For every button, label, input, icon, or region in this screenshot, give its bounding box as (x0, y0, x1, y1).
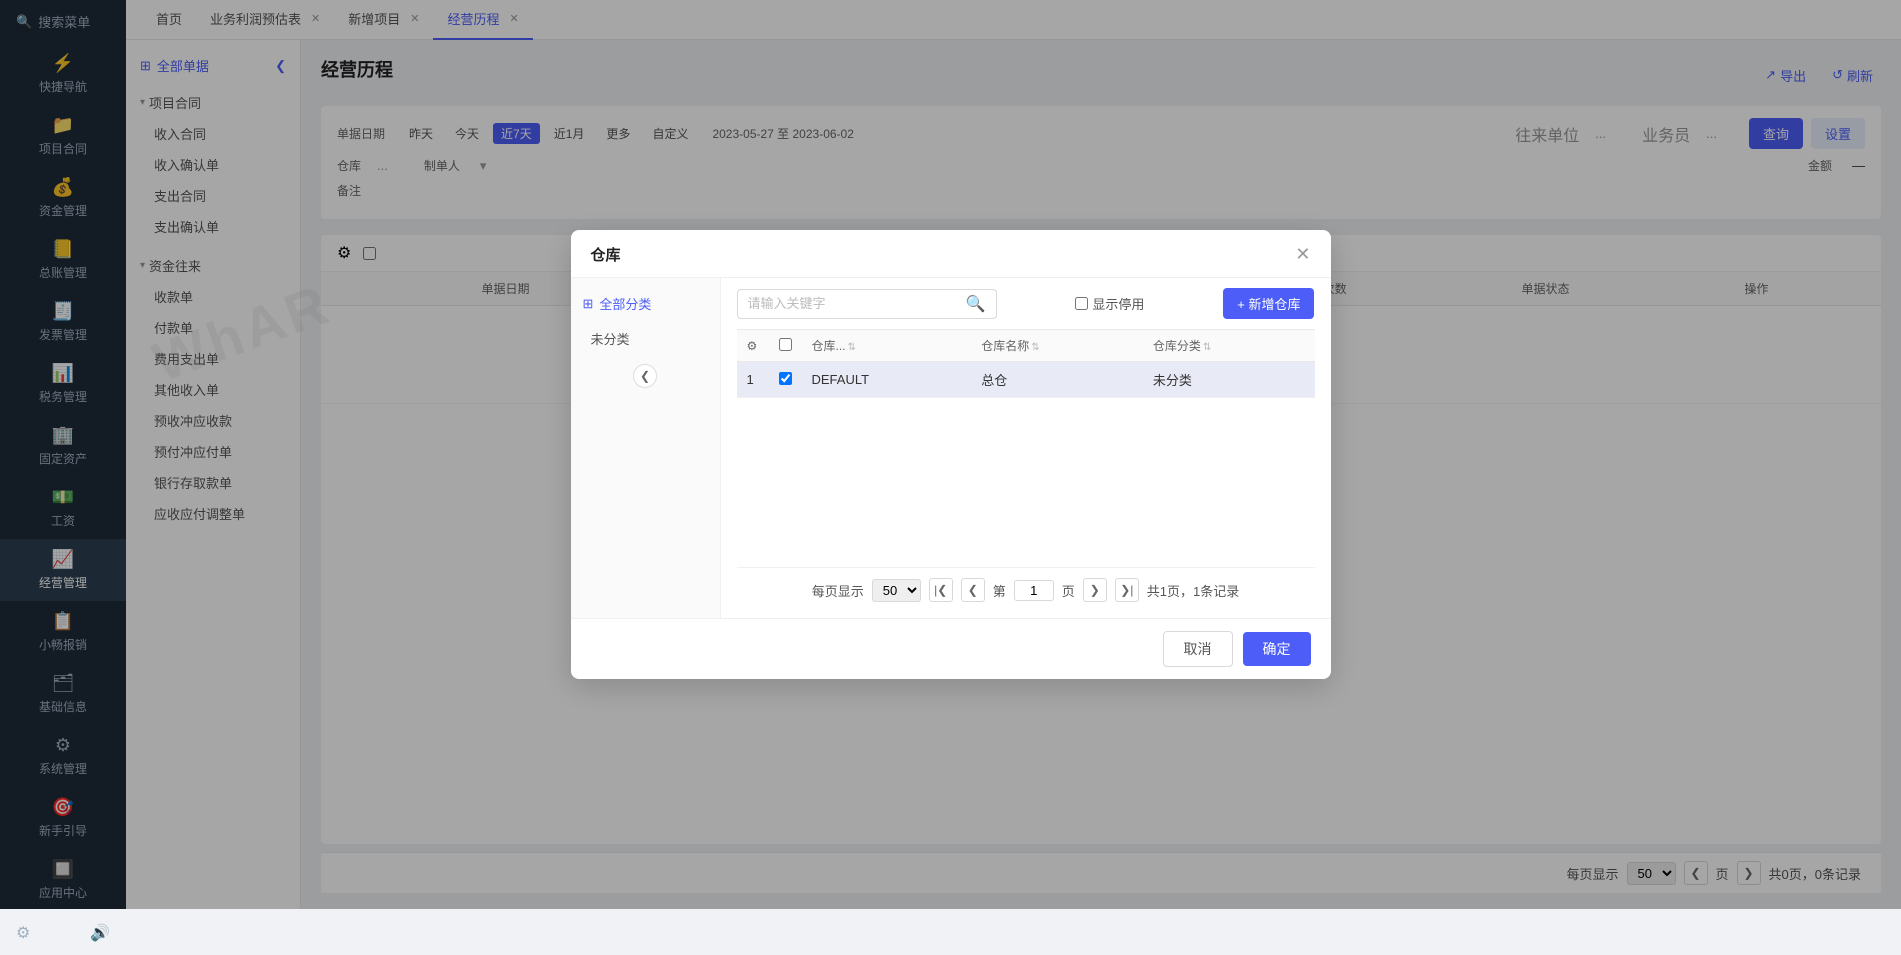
show-disabled-checkbox-label[interactable]: 显示停用 (1075, 294, 1144, 313)
dialog-page-input[interactable] (1014, 580, 1054, 601)
dialog-overlay: 仓库 ✕ ⊞ 全部分类 未分类 ❮ (0, 0, 1901, 909)
dialog-per-page-select[interactable]: 50 (872, 579, 921, 602)
row-num: 1 (737, 362, 769, 398)
dialog-category-panel: ⊞ 全部分类 未分类 ❮ (571, 278, 721, 618)
settings-icon[interactable]: ⚙ (16, 923, 30, 943)
category-all-label: 全部分类 (599, 294, 651, 313)
row-checkbox[interactable] (779, 372, 792, 385)
table-row[interactable]: 1 DEFAULT 总仓 未分类 (737, 362, 1315, 398)
warehouse-dialog: 仓库 ✕ ⊞ 全部分类 未分类 ❮ (571, 230, 1331, 679)
show-disabled-label: 显示停用 (1092, 294, 1144, 313)
dialog-pagination: 每页显示 50 |❮ ❮ 第 页 ❯ ❯| 共1页，1条记录 (737, 567, 1315, 608)
row-check[interactable] (769, 362, 802, 398)
dialog-select-all[interactable] (779, 338, 792, 351)
dialog-table: ⚙ 仓库...⇅ 仓库名称⇅ 仓库分类⇅ (737, 329, 1315, 398)
show-disabled-checkbox[interactable] (1075, 297, 1088, 310)
category-scroll-area (571, 396, 720, 576)
dialog-cancel-button[interactable]: 取消 (1163, 631, 1233, 667)
dialog-table-panel: 🔍 显示停用 + 新增仓库 ⚙ (721, 278, 1331, 618)
dialog-title: 仓库 (591, 244, 621, 265)
dialog-page-text: 第 (993, 581, 1006, 600)
volume-icon[interactable]: 🔊 (90, 923, 110, 943)
dialog-search-box[interactable]: 🔍 (737, 289, 997, 319)
row-name: 总仓 (971, 362, 1143, 398)
col-warehouse-code[interactable]: 仓库...⇅ (802, 330, 972, 362)
sidebar-bottom: ⚙ 🔊 (0, 911, 126, 955)
sort-icon-name: ⇅ (1031, 342, 1039, 353)
category-panel-collapse[interactable]: ❮ (633, 364, 657, 388)
dialog-close-button[interactable]: ✕ (1295, 244, 1310, 265)
col-warehouse-category[interactable]: 仓库分类⇅ (1143, 330, 1315, 362)
dialog-page-label: 页 (1062, 581, 1075, 600)
dialog-footer: 取消 确定 (571, 618, 1331, 679)
sort-icon-cat: ⇅ (1203, 342, 1211, 353)
dialog-header: 仓库 ✕ (571, 230, 1331, 278)
row-code: DEFAULT (802, 362, 972, 398)
category-uncategorized[interactable]: 未分类 (571, 321, 720, 356)
dialog-page-prev-btn[interactable]: ❮ (961, 578, 985, 602)
row-category: 未分类 (1143, 362, 1315, 398)
col-gear[interactable]: ⚙ (737, 330, 769, 362)
add-warehouse-button[interactable]: + 新增仓库 (1223, 288, 1314, 319)
dialog-page-first-btn[interactable]: |❮ (929, 578, 953, 602)
col-check (769, 330, 802, 362)
sort-icon-code: ⇅ (848, 342, 856, 353)
dialog-total: 共1页，1条记录 (1147, 581, 1239, 600)
dialog-page-next-btn[interactable]: ❯ (1083, 578, 1107, 602)
col-warehouse-name[interactable]: 仓库名称⇅ (971, 330, 1143, 362)
dialog-confirm-button[interactable]: 确定 (1243, 632, 1311, 666)
dialog-toolbar: 🔍 显示停用 + 新增仓库 (737, 288, 1315, 319)
dialog-body: ⊞ 全部分类 未分类 ❮ 🔍 (571, 278, 1331, 618)
search-icon-2: 🔍 (966, 294, 986, 314)
dialog-page-last-btn[interactable]: ❯| (1115, 578, 1139, 602)
dialog-table-wrapper: ⚙ 仓库...⇅ 仓库名称⇅ 仓库分类⇅ (737, 329, 1315, 567)
category-uncategorized-label: 未分类 (591, 332, 630, 347)
category-all-item[interactable]: ⊞ 全部分类 (571, 286, 720, 321)
grid-icon-2: ⊞ (583, 296, 594, 312)
dialog-search-input[interactable] (748, 296, 960, 311)
dialog-per-page-label: 每页显示 (812, 581, 864, 600)
